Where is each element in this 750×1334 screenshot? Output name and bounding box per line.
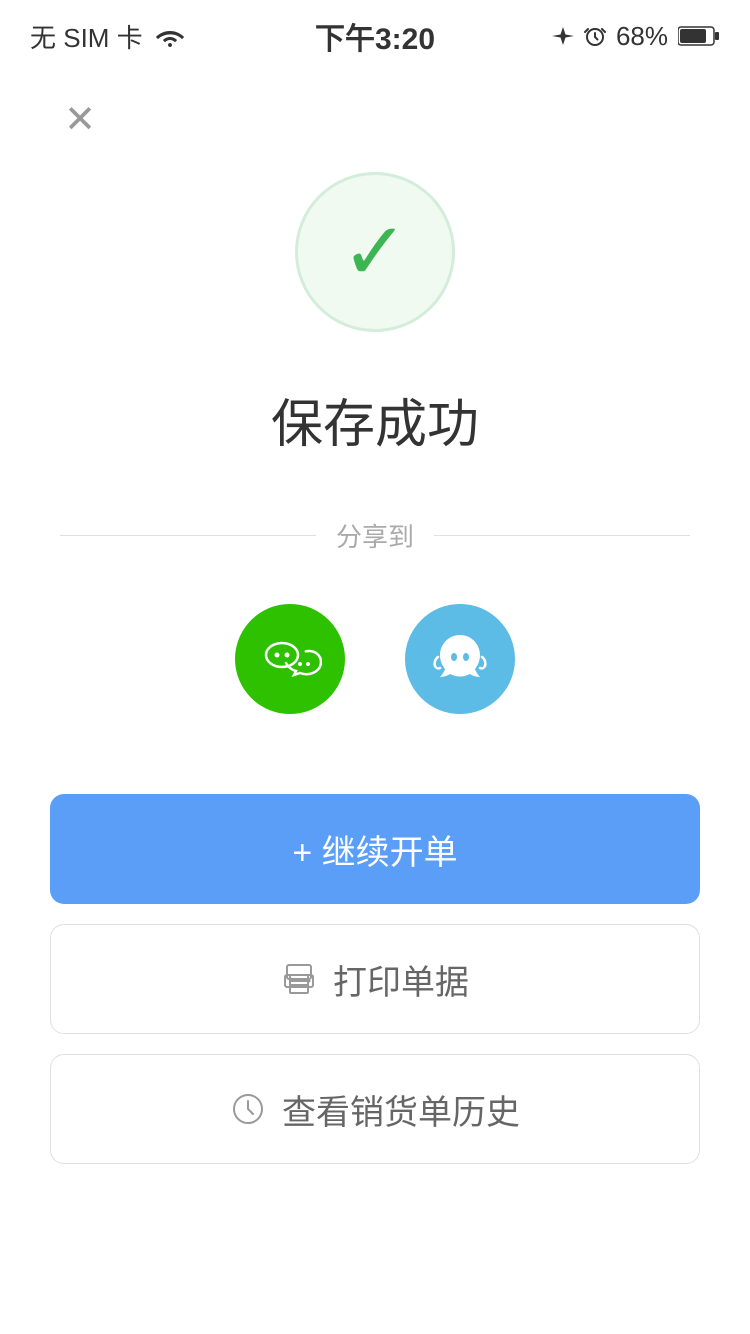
print-button[interactable]: 打印单据 [50,924,700,1034]
main-content: ✓ 保存成功 分享到 [0,72,750,1164]
action-buttons: + 继续开单 打印单据 查看销货单历史 [0,794,750,1164]
qq-share-button[interactable] [405,604,515,714]
continue-order-button[interactable]: + 继续开单 [50,794,700,904]
wechat-icon [258,627,322,691]
alarm-icon [584,25,606,47]
divider-line-right [434,535,690,536]
wifi-icon [155,25,185,47]
close-icon: ✕ [64,101,96,139]
share-icons-container [235,604,515,714]
history-icon [230,1091,266,1127]
continue-order-label: + 继续开单 [292,825,457,874]
history-label: 查看销货单历史 [282,1085,520,1134]
wechat-share-button[interactable] [235,604,345,714]
qq-icon [428,627,492,691]
success-title: 保存成功 [271,382,479,457]
status-bar: 无 SIM 卡 下午3:20 68% [0,0,750,72]
battery-icon [678,25,720,47]
checkmark-icon: ✓ [341,212,408,292]
divider-text: 分享到 [316,517,434,554]
printer-icon [281,961,317,997]
share-divider: 分享到 [0,517,750,554]
location-icon [552,25,574,47]
battery-text: 68% [616,21,668,52]
status-time: 下午3:20 [315,14,435,58]
print-label: 打印单据 [333,955,469,1004]
success-circle: ✓ [295,172,455,332]
status-right: 68% [552,21,720,52]
close-button[interactable]: ✕ [50,90,110,150]
divider-line-left [60,535,316,536]
no-sim-label: 无 SIM 卡 [30,18,143,55]
status-left: 无 SIM 卡 [30,18,185,55]
history-button[interactable]: 查看销货单历史 [50,1054,700,1164]
